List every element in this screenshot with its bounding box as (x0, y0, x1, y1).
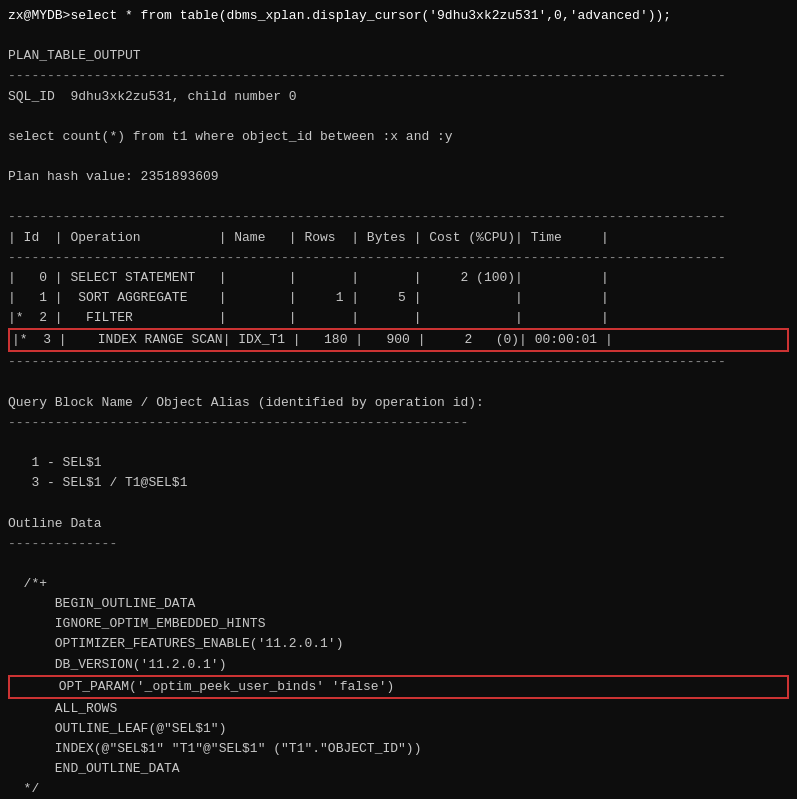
outline-start: /*+ (8, 574, 789, 594)
outline-db: DB_VERSION('11.2.0.1') (8, 655, 789, 675)
outline-header: Outline Data (8, 514, 789, 534)
separator-5: ----------------------------------------… (8, 413, 789, 433)
outline-end: END_OUTLINE_DATA (8, 759, 789, 779)
prompt-line: zx@MYDB>select * from table(dbms_xplan.d… (8, 6, 789, 26)
blank-line-6 (8, 493, 789, 513)
table-row-0: | 0 | SELECT STATEMENT | | | | 2 (100)| … (8, 268, 789, 288)
table-row-2: |* 2 | FILTER | | | | | | (8, 308, 789, 328)
table-row-3-highlighted: |* 3 | INDEX RANGE SCAN| IDX_T1 | 180 | … (8, 328, 789, 352)
table-row-1: | 1 | SORT AGGREGATE | | 1 | 5 | | | (8, 288, 789, 308)
outline-optimizer: OPTIMIZER_FEATURES_ENABLE('11.2.0.1') (8, 634, 789, 654)
separator-3: ----------------------------------------… (8, 248, 789, 268)
blank-line-2 (8, 147, 789, 167)
blank-line-0 (8, 26, 789, 46)
blank-line-5 (8, 433, 789, 453)
outline-opt-param-highlighted: OPT_PARAM('_optim_peek_user_binds' 'fals… (8, 675, 789, 699)
query-line: select count(*) from t1 where object_id … (8, 127, 789, 147)
qblock-2: 3 - SEL$1 / T1@SEL$1 (8, 473, 789, 493)
blank-line-3 (8, 187, 789, 207)
outline-close: */ (8, 779, 789, 799)
query-block-header: Query Block Name / Object Alias (identif… (8, 393, 789, 413)
blank-line-1 (8, 107, 789, 127)
terminal-window: zx@MYDB>select * from table(dbms_xplan.d… (0, 0, 797, 799)
outline-ignore: IGNORE_OPTIM_EMBEDDED_HINTS (8, 614, 789, 634)
blank-line-7 (8, 554, 789, 574)
blank-line-4 (8, 373, 789, 393)
table-header: | Id | Operation | Name | Rows | Bytes |… (8, 228, 789, 248)
outline-sep: -------------- (8, 534, 789, 554)
outline-index: INDEX(@"SEL$1" "T1"@"SEL$1" ("T1"."OBJEC… (8, 739, 789, 759)
separator-2: ----------------------------------------… (8, 207, 789, 227)
plan-table-output-label: PLAN_TABLE_OUTPUT (8, 46, 789, 66)
outline-leaf: OUTLINE_LEAF(@"SEL$1") (8, 719, 789, 739)
sql-id-line: SQL_ID 9dhu3xk2zu531, child number 0 (8, 87, 789, 107)
qblock-1: 1 - SEL$1 (8, 453, 789, 473)
outline-all-rows: ALL_ROWS (8, 699, 789, 719)
hash-line: Plan hash value: 2351893609 (8, 167, 789, 187)
separator-1: ----------------------------------------… (8, 66, 789, 86)
separator-4: ----------------------------------------… (8, 352, 789, 372)
outline-begin: BEGIN_OUTLINE_DATA (8, 594, 789, 614)
